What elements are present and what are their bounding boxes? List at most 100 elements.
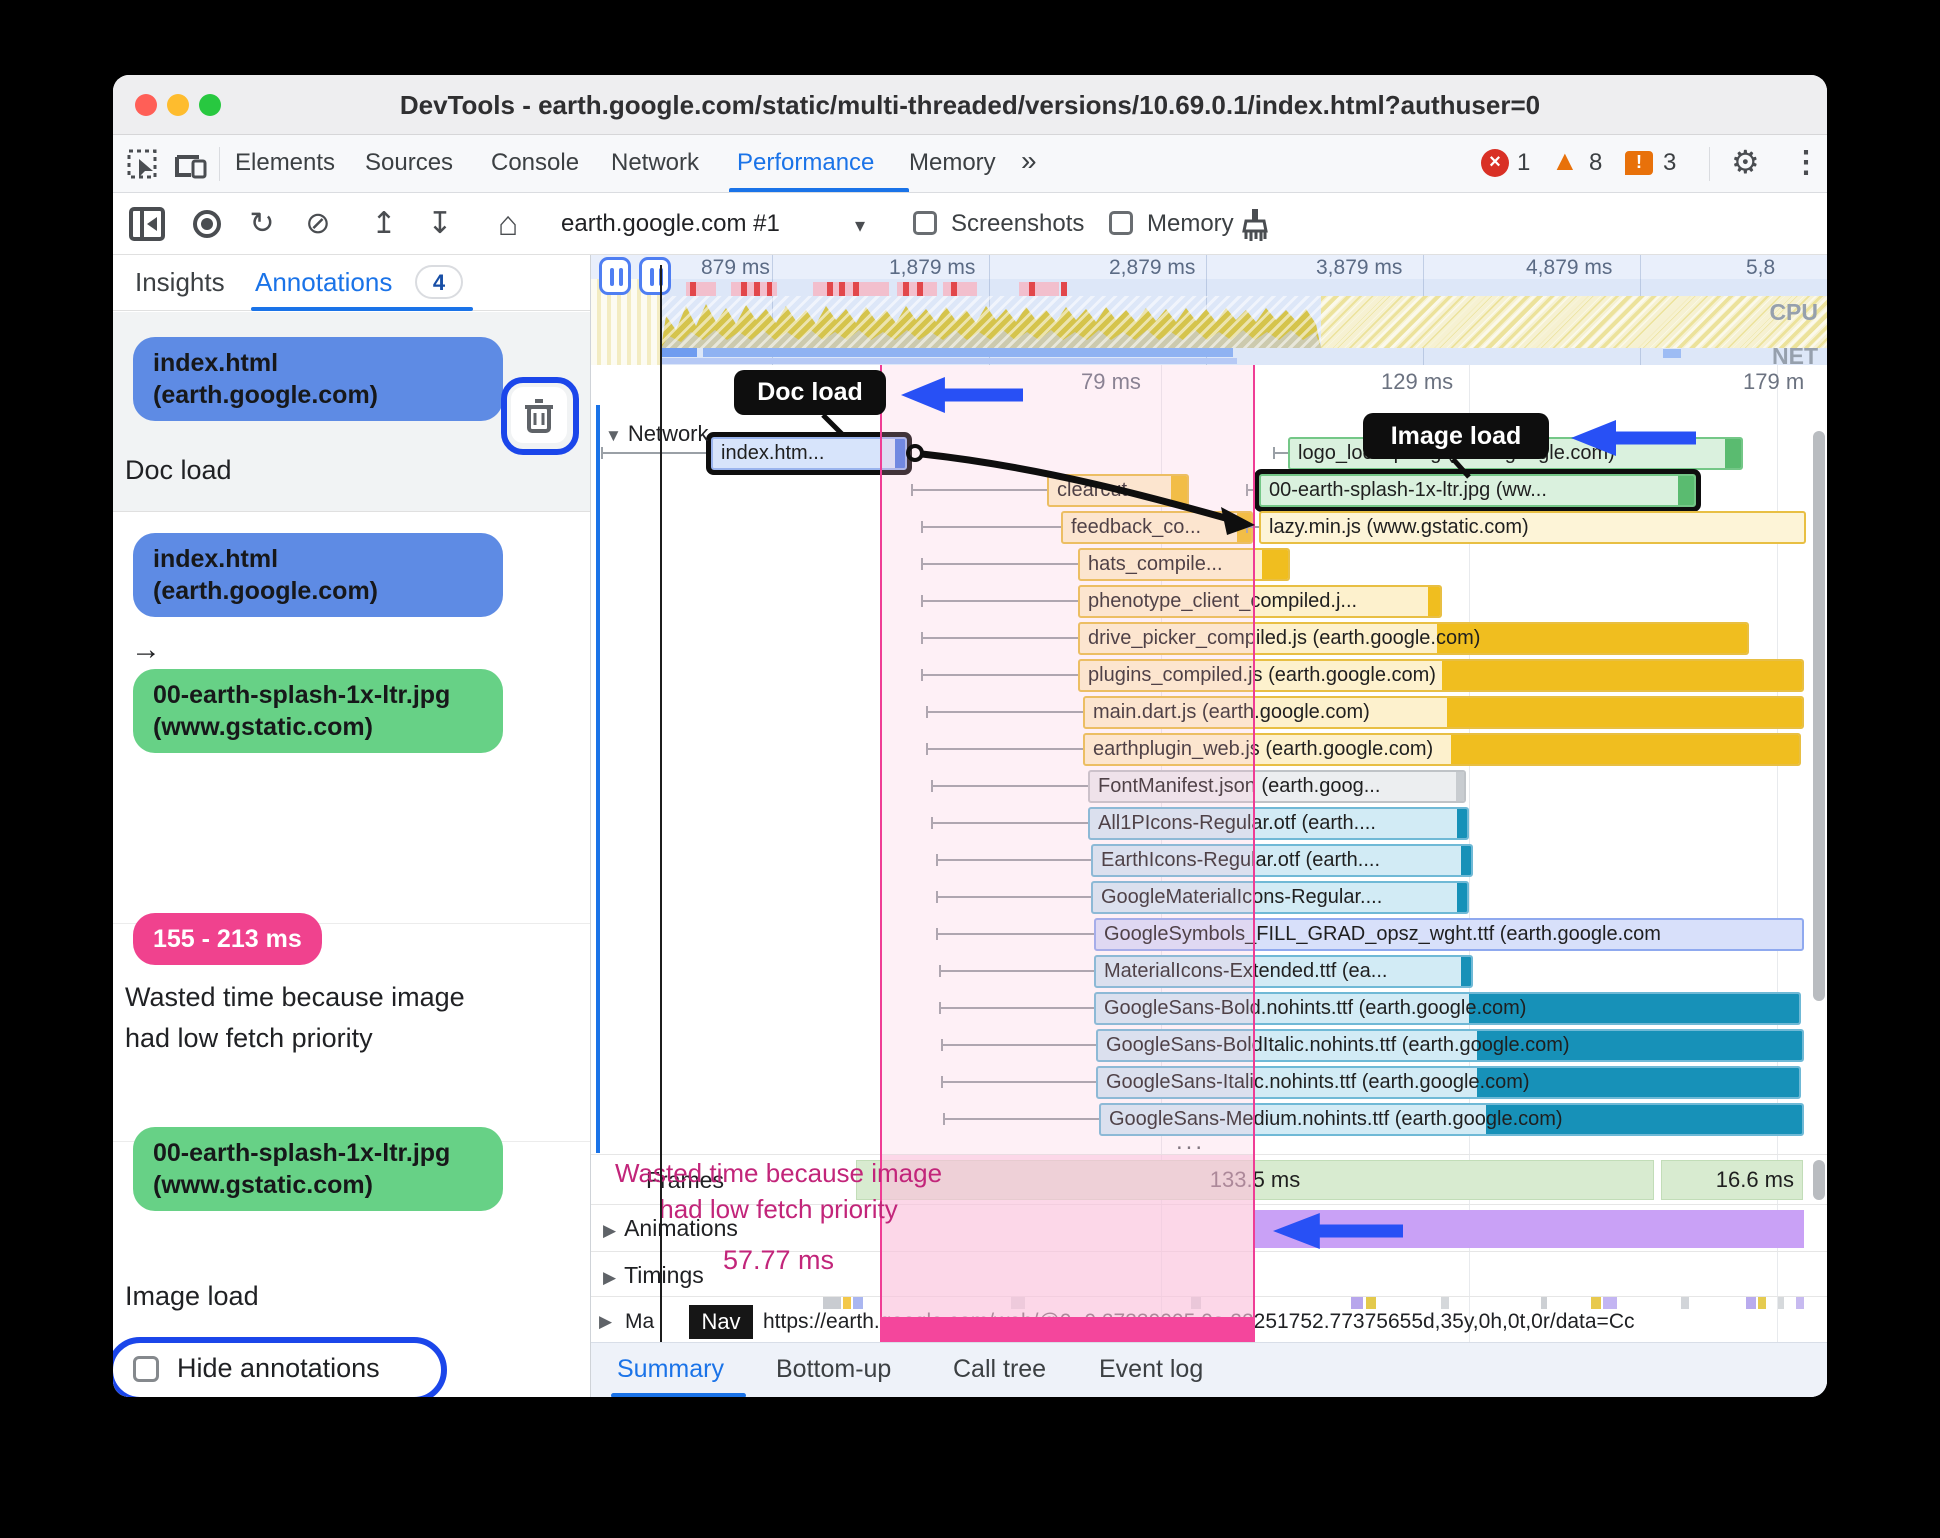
clear-icon[interactable]: ⊘	[299, 205, 337, 243]
request-whisker	[601, 447, 711, 459]
warning-count[interactable]: 8	[1589, 149, 1602, 177]
sidebar-active-tab-underline	[251, 307, 473, 311]
tab-memory[interactable]: Memory	[909, 149, 996, 177]
window-right-handle[interactable]	[639, 257, 671, 295]
screenshots-label: Screenshots	[951, 210, 1085, 237]
main-track-expand[interactable]: ▶	[599, 1310, 620, 1333]
overview-tick-label: 879 ms	[701, 256, 770, 279]
annotations-sidebar: Insights Annotations 4 index.html (earth…	[113, 255, 590, 1397]
kebab-menu-icon[interactable]: ⋮	[1791, 145, 1821, 180]
hide-annotations-checkbox[interactable]	[133, 1356, 159, 1382]
annotation-overlay-range-bar	[880, 1317, 1255, 1342]
doc-load-callout: Doc load	[734, 370, 886, 415]
divider	[1709, 147, 1710, 181]
network-track-header[interactable]: ▼ Network	[605, 421, 709, 447]
window-boundary-line	[660, 365, 662, 1342]
home-icon[interactable]: ⌂	[489, 205, 527, 243]
expand-triangle-icon[interactable]: ▶	[599, 1312, 612, 1331]
target-dropdown-icon[interactable]: ▾	[855, 213, 865, 238]
annotation-pill-range[interactable]: 155 - 213 ms	[133, 913, 322, 965]
active-tab-underline	[729, 188, 909, 192]
timeline-main: 879 ms 1,879 ms 2,879 ms 3,879 ms 4,879 ms 5,…	[590, 255, 1827, 1397]
network-scrollbar[interactable]	[1813, 431, 1825, 1001]
tab-call-tree[interactable]: Call tree	[953, 1355, 1046, 1384]
issues-count[interactable]: 3	[1663, 149, 1676, 177]
tab-network[interactable]: Network	[611, 149, 699, 177]
timeline-overview[interactable]: 879 ms 1,879 ms 2,879 ms 3,879 ms 4,879 ms 5,…	[591, 255, 1827, 365]
window-title: DevTools - earth.google.com/static/multi…	[399, 90, 1541, 120]
devtools-tabbar: Elements Sources Console Network Perform…	[113, 135, 1827, 193]
inspect-icon[interactable]	[127, 149, 161, 181]
error-count[interactable]: 1	[1517, 149, 1530, 177]
annotation-pill-index[interactable]: index.html (earth.google.com)	[133, 533, 503, 617]
network-request-bar[interactable]: index.htm...	[711, 437, 907, 470]
nav-badge: Nav	[689, 1305, 753, 1339]
download-profile-icon[interactable]: ↧	[421, 205, 459, 243]
network-request-bar[interactable]: 00-earth-splash-1x-ltr.jpg (ww...	[1259, 474, 1696, 507]
cpu-strip-label: CPU	[1769, 299, 1818, 325]
tab-insights[interactable]: Insights	[135, 267, 225, 298]
target-selector[interactable]: earth.google.com #1	[561, 210, 780, 238]
screenshot-canvas: DevTools - earth.google.com/static/multi…	[0, 0, 1940, 1538]
screenshots-checkbox[interactable]	[913, 211, 937, 235]
main-track-label: Ma	[625, 1310, 655, 1333]
tab-performance[interactable]: Performance	[737, 149, 874, 177]
network-track-accent	[596, 405, 600, 1153]
frame-duration-bar[interactable]: 16.6 ms	[1661, 1160, 1803, 1200]
net-activity-strip	[591, 348, 1827, 365]
sidebar-tabs: Insights Annotations 4	[113, 255, 590, 311]
window-left-handle[interactable]	[599, 257, 631, 295]
tab-sources[interactable]: Sources	[365, 149, 453, 177]
warning-icon[interactable]: ▲	[1551, 145, 1579, 177]
overview-tick-label: 2,879 ms	[1109, 256, 1196, 279]
collapse-triangle-icon[interactable]: ▼	[605, 426, 622, 445]
overview-tick-label: 3,879 ms	[1316, 256, 1403, 279]
annotation-pill-index[interactable]: index.html (earth.google.com)	[133, 337, 503, 421]
request-label: index.htm...	[721, 442, 825, 464]
overview-dim-hatch	[661, 296, 1827, 348]
titlebar: DevTools - earth.google.com/static/multi…	[113, 75, 1827, 135]
tab-event-log[interactable]: Event log	[1099, 1355, 1203, 1384]
memory-label: Memory	[1147, 210, 1234, 237]
record-button[interactable]	[193, 210, 221, 238]
tab-console[interactable]: Console	[491, 149, 579, 177]
frames-scrollbar[interactable]	[1813, 1160, 1825, 1200]
timeline-tracks: 79 ms129 ms179 m ▼Network index.htm...lo…	[591, 365, 1827, 1342]
annotations-count-badge: 4	[415, 265, 463, 299]
error-badge-icon[interactable]: ×	[1481, 149, 1509, 177]
annotation-overlay-duration: 57.77 ms	[722, 1245, 835, 1275]
toggle-sidebar-icon[interactable]	[129, 207, 165, 241]
reload-record-icon[interactable]: ↻	[243, 205, 281, 243]
more-tabs-icon[interactable]: »	[1021, 145, 1037, 177]
overview-ruler	[591, 255, 1827, 279]
annotation-link-arrow: →	[131, 633, 161, 666]
window-boundary-line[interactable]	[660, 265, 662, 365]
upload-profile-icon[interactable]: ↥	[365, 205, 403, 243]
annotation-pill-image[interactable]: 00-earth-splash-1x-ltr.jpg (www.gstatic.…	[133, 1127, 503, 1211]
overview-tick-label: 5,8	[1746, 256, 1776, 279]
performance-toolbar: ↻ ⊘ ↥ ↧ ⌂ earth.google.com #1 ▾ Screensh…	[113, 193, 1827, 375]
tab-annotations[interactable]: Annotations	[255, 267, 392, 298]
annotation-caption: Doc load	[125, 455, 232, 485]
device-toolbar-icon[interactable]	[173, 149, 209, 181]
tab-elements[interactable]: Elements	[235, 149, 335, 177]
annotation-caption: Image load	[125, 1281, 259, 1311]
net-strip-label: NET	[1772, 343, 1818, 365]
settings-gear-icon[interactable]: ⚙	[1731, 143, 1760, 181]
network-request-bar[interactable]: lazy.min.js (www.gstatic.com)	[1259, 511, 1806, 544]
tab-bottom-up[interactable]: Bottom-up	[776, 1355, 891, 1384]
image-load-callout: Image load	[1363, 413, 1549, 459]
annotation-pill-image[interactable]: 00-earth-splash-1x-ltr.jpg (www.gstatic.…	[133, 669, 503, 753]
details-tabbar: Summary Bottom-up Call tree Event log	[591, 1342, 1827, 1397]
annotation-caption: Wasted time because image had low fetch …	[125, 982, 465, 1053]
issues-icon[interactable]: !	[1625, 151, 1653, 175]
garbage-collect-icon[interactable]	[1238, 207, 1272, 243]
overview-tick-label: 4,879 ms	[1526, 256, 1613, 279]
hide-annotations-label: Hide annotations	[177, 1353, 380, 1383]
memory-checkbox[interactable]	[1109, 211, 1133, 235]
annotation-overlay-label: Wasted time because image had low fetch …	[614, 1158, 943, 1224]
tab-summary[interactable]: Summary	[617, 1355, 724, 1384]
details-active-tab-underline	[611, 1393, 746, 1397]
request-label: lazy.min.js (www.gstatic.com)	[1269, 516, 1529, 538]
delete-annotation-button[interactable]	[511, 387, 567, 443]
